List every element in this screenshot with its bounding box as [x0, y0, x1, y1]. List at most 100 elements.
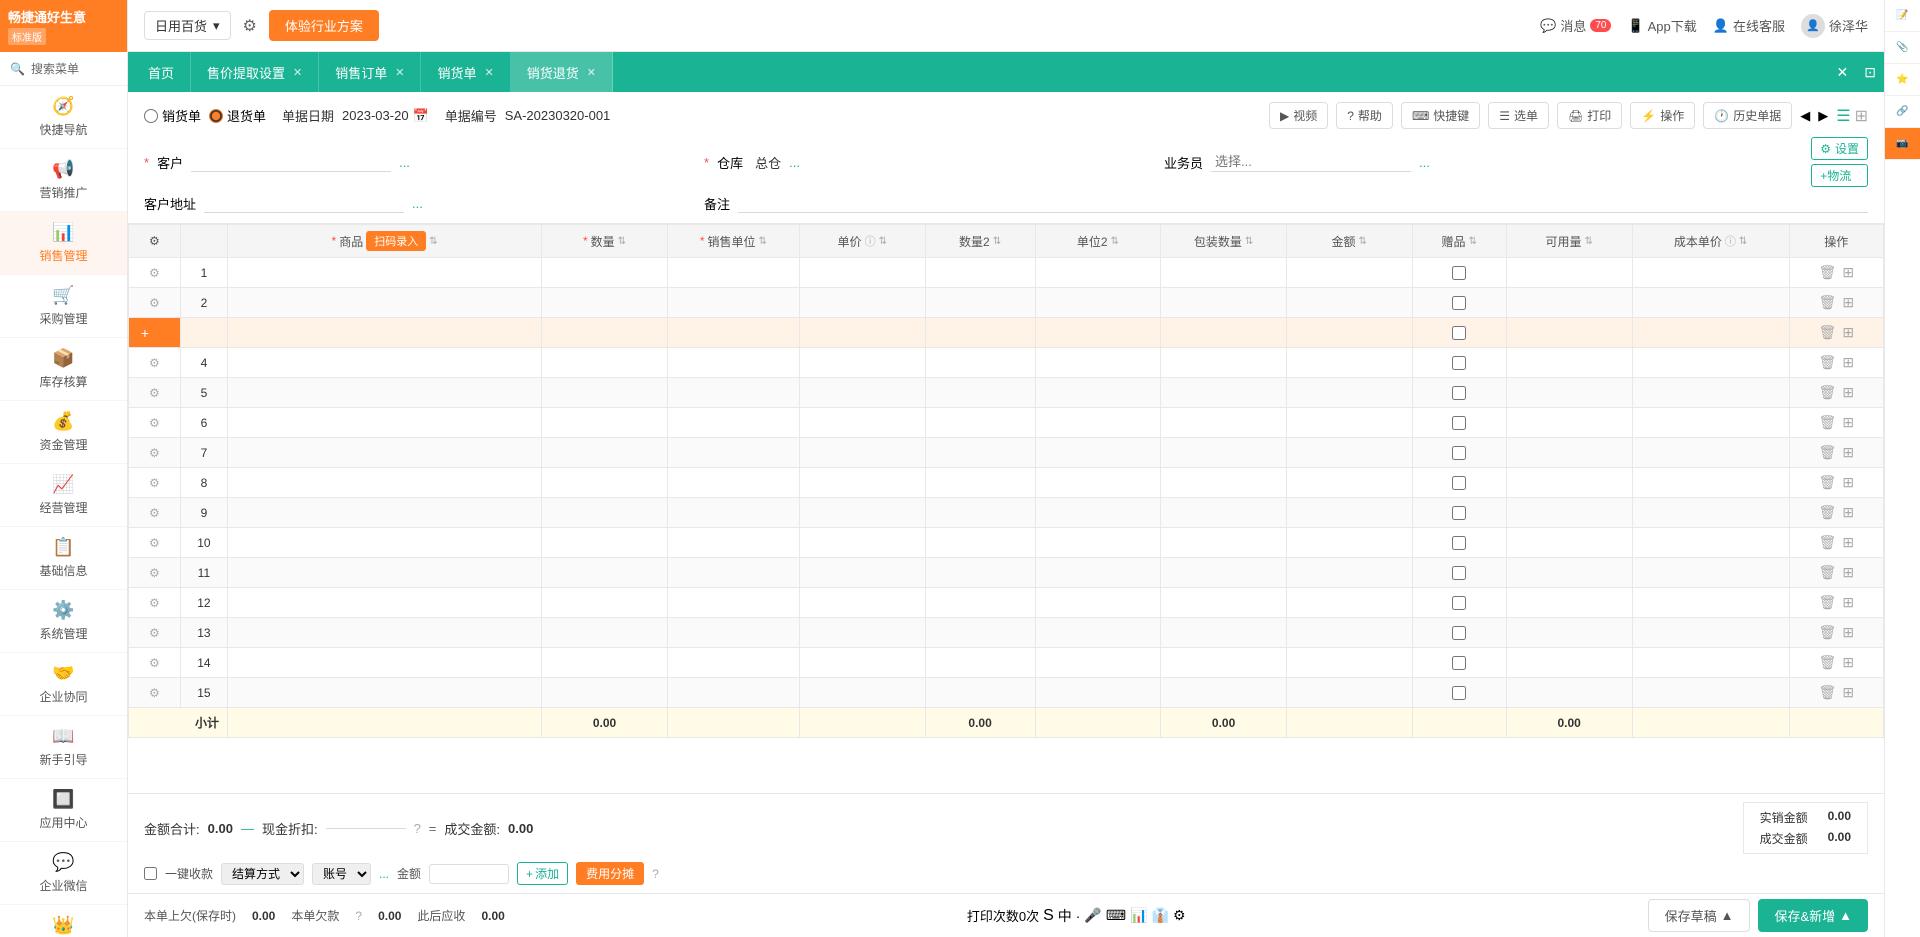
- row-pack-3[interactable]: [1161, 318, 1287, 348]
- row-product-3[interactable]: [227, 318, 541, 348]
- row-qty-11[interactable]: [542, 558, 668, 588]
- select-btn[interactable]: ☰ 选单: [1488, 102, 1549, 129]
- nav-next-btn[interactable]: ▶: [1818, 108, 1828, 124]
- app-download-btn[interactable]: 📱 App下载: [1627, 16, 1696, 35]
- row-gear-1[interactable]: ⚙: [129, 258, 181, 288]
- copy-icon-6[interactable]: ⊞: [1842, 414, 1854, 431]
- row-qty-4[interactable]: [542, 348, 668, 378]
- row-cost-11[interactable]: [1632, 558, 1789, 588]
- row-gear-15[interactable]: ⚙: [129, 678, 181, 708]
- row-pack-9[interactable]: [1161, 498, 1287, 528]
- row-qty2-1[interactable]: [925, 258, 1035, 288]
- save-draft-btn[interactable]: 保存草稿 ▲: [1648, 899, 1751, 932]
- row-gift-12[interactable]: [1412, 588, 1506, 618]
- account-more-btn[interactable]: ...: [379, 867, 389, 881]
- row-gift-7[interactable]: [1412, 438, 1506, 468]
- row-unit-12[interactable]: [667, 588, 799, 618]
- gift-checkbox-13[interactable]: [1452, 626, 1466, 640]
- add-row-btn[interactable]: +: [135, 323, 155, 343]
- warehouse-more-btn[interactable]: ...: [789, 155, 800, 170]
- row-gear-8[interactable]: ⚙: [129, 468, 181, 498]
- row-qty-15[interactable]: [542, 678, 668, 708]
- fee-help-icon[interactable]: ?: [652, 867, 659, 881]
- row-qty-9[interactable]: [542, 498, 668, 528]
- tab-close-sales-delivery[interactable]: ✕: [485, 66, 494, 79]
- shortcut-btn[interactable]: ⌨ 快捷键: [1401, 102, 1480, 129]
- copy-icon-9[interactable]: ⊞: [1842, 504, 1854, 521]
- row-gift-9[interactable]: [1412, 498, 1506, 528]
- row-avail-1[interactable]: [1506, 258, 1632, 288]
- row-product-5[interactable]: [227, 378, 541, 408]
- online-service-btn[interactable]: 👤 在线客服: [1713, 16, 1785, 35]
- amount-input[interactable]: [429, 864, 509, 884]
- pack-sort-icon[interactable]: ⇅: [1245, 236, 1253, 247]
- add-payment-btn[interactable]: + 添加: [517, 862, 568, 885]
- row-cost-1[interactable]: [1632, 258, 1789, 288]
- gift-checkbox-3[interactable]: [1452, 326, 1466, 340]
- row-cost-3[interactable]: [1632, 318, 1789, 348]
- row-qty2-9[interactable]: [925, 498, 1035, 528]
- copy-icon-7[interactable]: ⊞: [1842, 444, 1854, 461]
- row-avail-2[interactable]: [1506, 288, 1632, 318]
- row-unit2-3[interactable]: [1035, 318, 1161, 348]
- row-product-6[interactable]: [227, 408, 541, 438]
- row-gear-5[interactable]: ⚙: [129, 378, 181, 408]
- row-gear-7[interactable]: ⚙: [129, 438, 181, 468]
- unit-sort-icon[interactable]: ⇅: [759, 236, 767, 247]
- row-cost-14[interactable]: [1632, 648, 1789, 678]
- row-amount-8[interactable]: [1286, 468, 1412, 498]
- row-gift-4[interactable]: [1412, 348, 1506, 378]
- row-cost-4[interactable]: [1632, 348, 1789, 378]
- row-avail-13[interactable]: [1506, 618, 1632, 648]
- tab-sales-delivery[interactable]: 销货单 ✕: [421, 52, 510, 92]
- copy-icon-3[interactable]: ⊞: [1842, 324, 1854, 341]
- row-avail-6[interactable]: [1506, 408, 1632, 438]
- print-btn[interactable]: 🖨 打印: [1557, 102, 1622, 129]
- delete-icon-11[interactable]: 🗑: [1819, 564, 1837, 581]
- cost-sort-icon[interactable]: ⇅: [1739, 236, 1747, 247]
- row-unit-2[interactable]: [667, 288, 799, 318]
- row-gift-8[interactable]: [1412, 468, 1506, 498]
- help-icon-debt[interactable]: ?: [355, 909, 362, 923]
- right-icon-scan[interactable]: 📷: [1885, 128, 1920, 160]
- right-icon-note[interactable]: 📝: [1885, 0, 1920, 32]
- row-product-9[interactable]: [227, 498, 541, 528]
- return-radio[interactable]: 退货单: [209, 106, 266, 125]
- gift-checkbox-10[interactable]: [1452, 536, 1466, 550]
- row-unit-6[interactable]: [667, 408, 799, 438]
- row-unit-14[interactable]: [667, 648, 799, 678]
- row-cost-12[interactable]: [1632, 588, 1789, 618]
- delete-icon-3[interactable]: 🗑: [1819, 324, 1837, 341]
- return-radio-input[interactable]: [209, 109, 223, 123]
- operate-btn[interactable]: ⚡ 操作: [1630, 102, 1695, 129]
- row-amount-5[interactable]: [1286, 378, 1412, 408]
- row-pack-7[interactable]: [1161, 438, 1287, 468]
- row-qty2-6[interactable]: [925, 408, 1035, 438]
- account-select[interactable]: 账号: [312, 863, 371, 885]
- row-pack-6[interactable]: [1161, 408, 1287, 438]
- row-unit2-8[interactable]: [1035, 468, 1161, 498]
- product-input-1[interactable]: [234, 266, 535, 280]
- gift-checkbox-2[interactable]: [1452, 296, 1466, 310]
- row-gift-13[interactable]: [1412, 618, 1506, 648]
- row-amount-2[interactable]: [1286, 288, 1412, 318]
- delete-icon-10[interactable]: 🗑: [1819, 534, 1837, 551]
- row-price-7[interactable]: [799, 438, 925, 468]
- row-qty2-13[interactable]: [925, 618, 1035, 648]
- row-qty-12[interactable]: [542, 588, 668, 618]
- scan-btn[interactable]: 扫码录入: [366, 231, 426, 251]
- row-cost-15[interactable]: [1632, 678, 1789, 708]
- row-price-10[interactable]: [799, 528, 925, 558]
- copy-icon-10[interactable]: ⊞: [1842, 534, 1854, 551]
- tool-icon-2[interactable]: ·: [1076, 908, 1081, 924]
- close-tab-icon[interactable]: ✕: [1833, 60, 1853, 85]
- delete-icon-4[interactable]: 🗑: [1819, 354, 1837, 371]
- row-gear-13[interactable]: ⚙: [129, 618, 181, 648]
- sidebar-item-base-info[interactable]: 📋 基础信息: [0, 527, 127, 590]
- row-gift-2[interactable]: [1412, 288, 1506, 318]
- salesperson-more-btn[interactable]: ...: [1419, 155, 1430, 170]
- row-price-9[interactable]: [799, 498, 925, 528]
- settings-icon[interactable]: ⚙: [243, 16, 257, 36]
- row-product-12[interactable]: [227, 588, 541, 618]
- sales-radio[interactable]: 销货单: [144, 106, 201, 125]
